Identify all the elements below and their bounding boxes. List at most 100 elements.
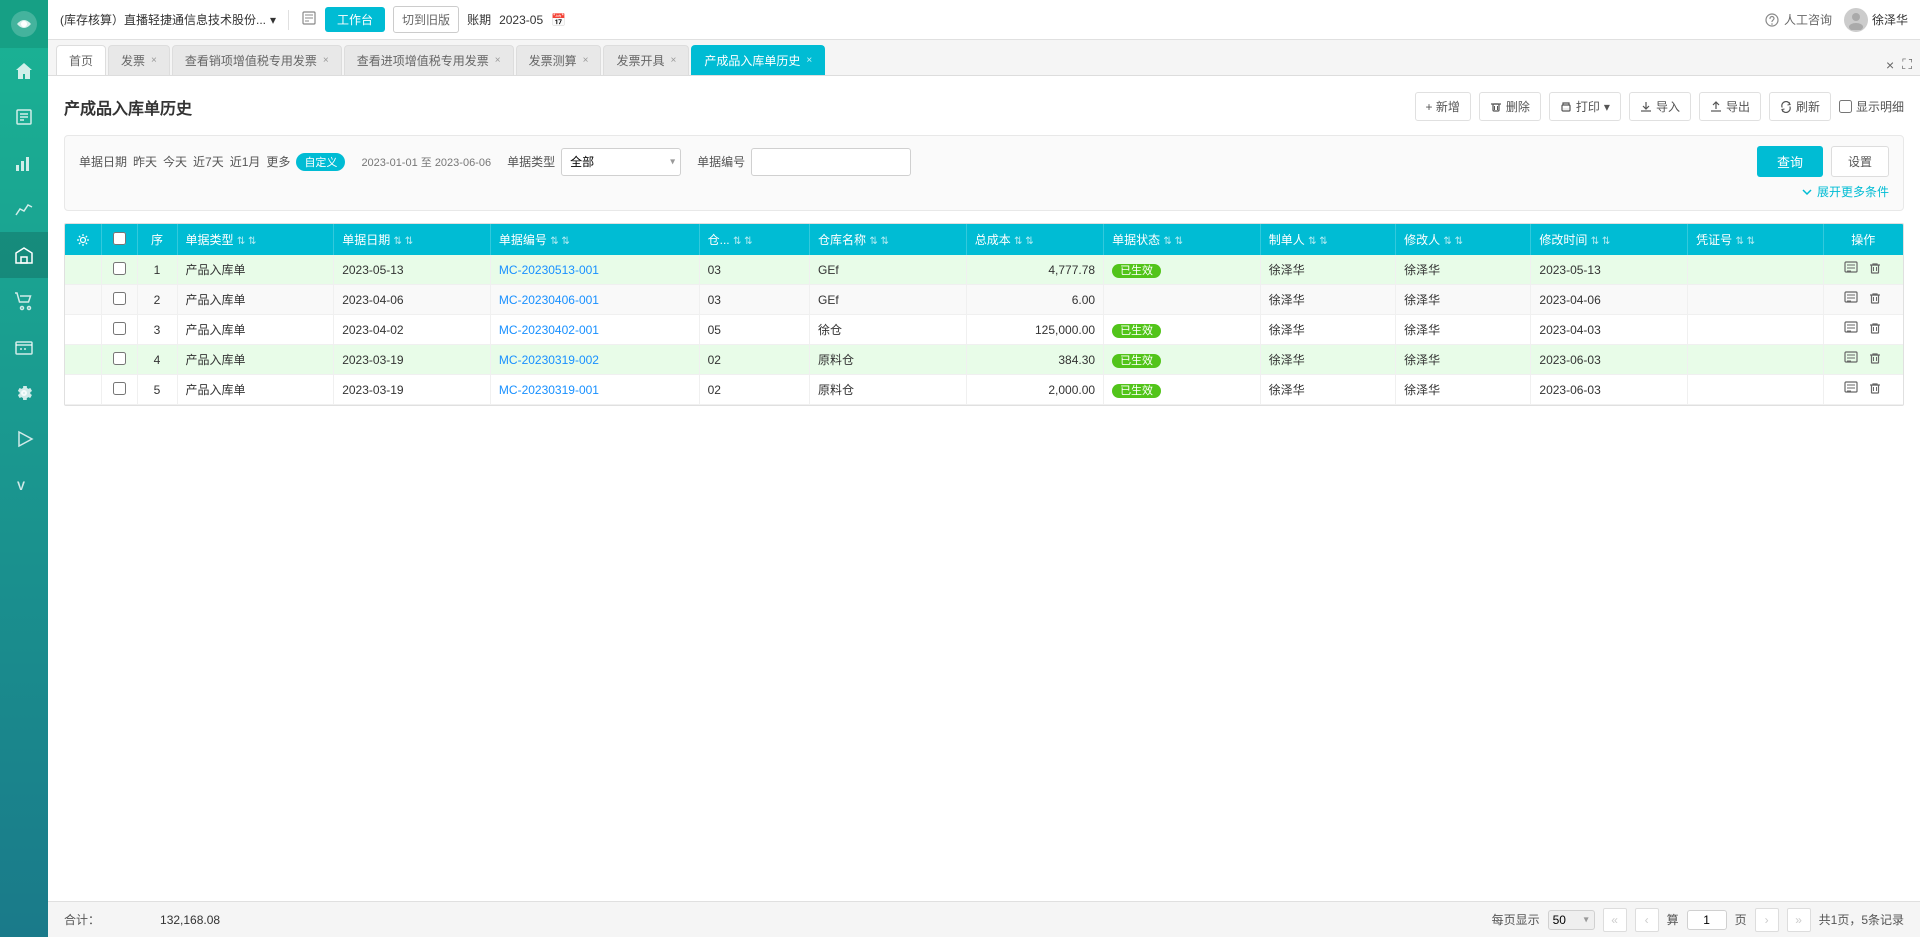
tab-maximize-button[interactable]: ⛶ (1902, 56, 1912, 73)
row-edit-icon[interactable] (1844, 263, 1862, 278)
last-page-button[interactable]: » (1787, 908, 1811, 932)
doc-icon[interactable] (301, 10, 317, 29)
filter-date-custom[interactable]: 自定义 (296, 153, 345, 171)
doc-no-link[interactable]: MC-20230402-001 (499, 323, 599, 337)
row-doc-no[interactable]: MC-20230319-001 (490, 375, 699, 405)
col-header-doc-date[interactable]: 单据日期 ⇅ (334, 224, 491, 255)
col-header-modify-time[interactable]: 修改时间 ⇅ (1531, 224, 1688, 255)
col-header-warehouse-name[interactable]: 仓库名称 ⇅ (809, 224, 966, 255)
row-delete-icon[interactable] (1868, 353, 1882, 368)
row-checkbox[interactable] (101, 375, 137, 405)
workbench-button[interactable]: 工作台 (325, 7, 385, 32)
col-header-creator[interactable]: 制单人 ⇅ (1260, 224, 1395, 255)
row-doc-no[interactable]: MC-20230513-001 (490, 255, 699, 285)
filter-date-1month[interactable]: 近1月 (230, 153, 261, 171)
row-select-checkbox[interactable] (113, 382, 126, 395)
sidebar-item-invoice[interactable] (0, 94, 48, 140)
tab-close-all-button[interactable]: × (1886, 57, 1894, 73)
tab-product-history-close[interactable]: × (806, 55, 812, 66)
tab-calc[interactable]: 发票测算 × (516, 45, 602, 75)
delete-button[interactable]: 删除 (1479, 92, 1541, 121)
sidebar-item-version[interactable]: V (0, 462, 48, 508)
row-doc-no[interactable]: MC-20230406-001 (490, 285, 699, 315)
filter-date-today[interactable]: 今天 (163, 153, 187, 171)
tab-open[interactable]: 发票开具 × (603, 45, 689, 75)
row-checkbox[interactable] (101, 285, 137, 315)
row-select-checkbox[interactable] (113, 352, 126, 365)
table-row[interactable]: 4 产品入库单 2023-03-19 MC-20230319-002 02 原料… (65, 345, 1903, 375)
tab-open-close[interactable]: × (670, 55, 676, 66)
table-row[interactable]: 5 产品入库单 2023-03-19 MC-20230319-001 02 原料… (65, 375, 1903, 405)
tab-sales-vat[interactable]: 查看销项增值税专用发票 × (172, 45, 342, 75)
row-checkbox[interactable] (101, 315, 137, 345)
table-row[interactable]: 3 产品入库单 2023-04-02 MC-20230402-001 05 徐仓… (65, 315, 1903, 345)
col-header-doc-status[interactable]: 单据状态 ⇅ (1104, 224, 1261, 255)
row-delete-icon[interactable] (1868, 293, 1882, 308)
show-detail-checkbox[interactable]: 显示明细 (1839, 98, 1904, 115)
export-button[interactable]: 导出 (1699, 92, 1761, 121)
row-checkbox[interactable] (101, 255, 137, 285)
tab-purchase-vat-close[interactable]: × (495, 55, 501, 66)
tab-product-history[interactable]: 产成品入库单历史 × (691, 45, 825, 75)
sidebar-item-warehouse[interactable] (0, 232, 48, 278)
doc-no-link[interactable]: MC-20230319-002 (499, 353, 599, 367)
show-detail-input[interactable] (1839, 100, 1852, 113)
tab-sales-vat-close[interactable]: × (323, 55, 329, 66)
col-header-modifier[interactable]: 修改人 ⇅ (1396, 224, 1531, 255)
col-header-warehouse-code[interactable]: 仓... ⇅ (699, 224, 809, 255)
import-button[interactable]: 导入 (1629, 92, 1691, 121)
tab-home[interactable]: 首页 (56, 45, 106, 75)
row-delete-icon[interactable] (1868, 383, 1882, 398)
user-menu[interactable]: 徐泽华 (1844, 8, 1908, 32)
row-edit-icon[interactable] (1844, 353, 1862, 368)
refresh-button[interactable]: 刷新 (1769, 92, 1831, 121)
filter-expand-button[interactable]: 展开更多条件 (1801, 183, 1889, 200)
calendar-icon[interactable]: 📅 (551, 13, 566, 27)
row-select-checkbox[interactable] (113, 262, 126, 275)
sidebar-item-report[interactable] (0, 186, 48, 232)
table-row[interactable]: 1 产品入库单 2023-05-13 MC-20230513-001 03 GE… (65, 255, 1903, 285)
tab-calc-close[interactable]: × (583, 55, 589, 66)
row-checkbox[interactable] (101, 345, 137, 375)
row-edit-icon[interactable] (1844, 323, 1862, 338)
next-page-button[interactable]: › (1755, 908, 1779, 932)
doc-no-link[interactable]: MC-20230319-001 (499, 383, 599, 397)
doc-no-link[interactable]: MC-20230513-001 (499, 263, 599, 277)
app-logo[interactable] (0, 0, 48, 48)
row-edit-icon[interactable] (1844, 383, 1862, 398)
filter-date-yesterday[interactable]: 昨天 (133, 153, 157, 171)
row-doc-no[interactable]: MC-20230402-001 (490, 315, 699, 345)
sidebar-item-analytics[interactable] (0, 140, 48, 186)
row-delete-icon[interactable] (1868, 263, 1882, 278)
table-row[interactable]: 2 产品入库单 2023-04-06 MC-20230406-001 03 GE… (65, 285, 1903, 315)
new-button[interactable]: + 新增 (1415, 92, 1471, 121)
col-header-total-cost[interactable]: 总成本 ⇅ (966, 224, 1103, 255)
tab-invoice[interactable]: 发票 × (108, 45, 170, 75)
col-header-doc-type[interactable]: 单据类型 ⇅ (177, 224, 334, 255)
row-delete-icon[interactable] (1868, 323, 1882, 338)
col-header-checkbox[interactable] (101, 224, 137, 255)
sidebar-item-settings[interactable] (0, 370, 48, 416)
select-all-checkbox[interactable] (113, 232, 126, 245)
query-button[interactable]: 查询 (1757, 146, 1823, 177)
tab-invoice-close[interactable]: × (151, 55, 157, 66)
first-page-button[interactable]: « (1603, 908, 1627, 932)
row-select-checkbox[interactable] (113, 292, 126, 305)
old-version-button[interactable]: 切到旧版 (393, 6, 459, 33)
per-page-select[interactable]: 50 100 200 (1548, 910, 1595, 930)
filter-date-7days[interactable]: 近7天 (193, 153, 224, 171)
reset-button[interactable]: 设置 (1831, 146, 1889, 177)
sidebar-item-finance[interactable] (0, 324, 48, 370)
sidebar-item-home[interactable] (0, 48, 48, 94)
col-header-doc-no[interactable]: 单据编号 ⇅ (490, 224, 699, 255)
sidebar-item-media[interactable] (0, 416, 48, 462)
company-selector[interactable]: (库存核算）直播轻捷通信息技术股份... ▾ (60, 11, 276, 28)
filter-doc-no-input[interactable] (751, 148, 911, 176)
row-doc-no[interactable]: MC-20230319-002 (490, 345, 699, 375)
print-button[interactable]: 打印 ▾ (1549, 92, 1621, 121)
filter-doc-type-select[interactable]: 全部 (561, 148, 681, 176)
sidebar-item-purchase[interactable] (0, 278, 48, 324)
row-edit-icon[interactable] (1844, 293, 1862, 308)
col-header-settings[interactable] (65, 224, 101, 255)
col-header-voucher-no[interactable]: 凭证号 ⇅ (1688, 224, 1823, 255)
